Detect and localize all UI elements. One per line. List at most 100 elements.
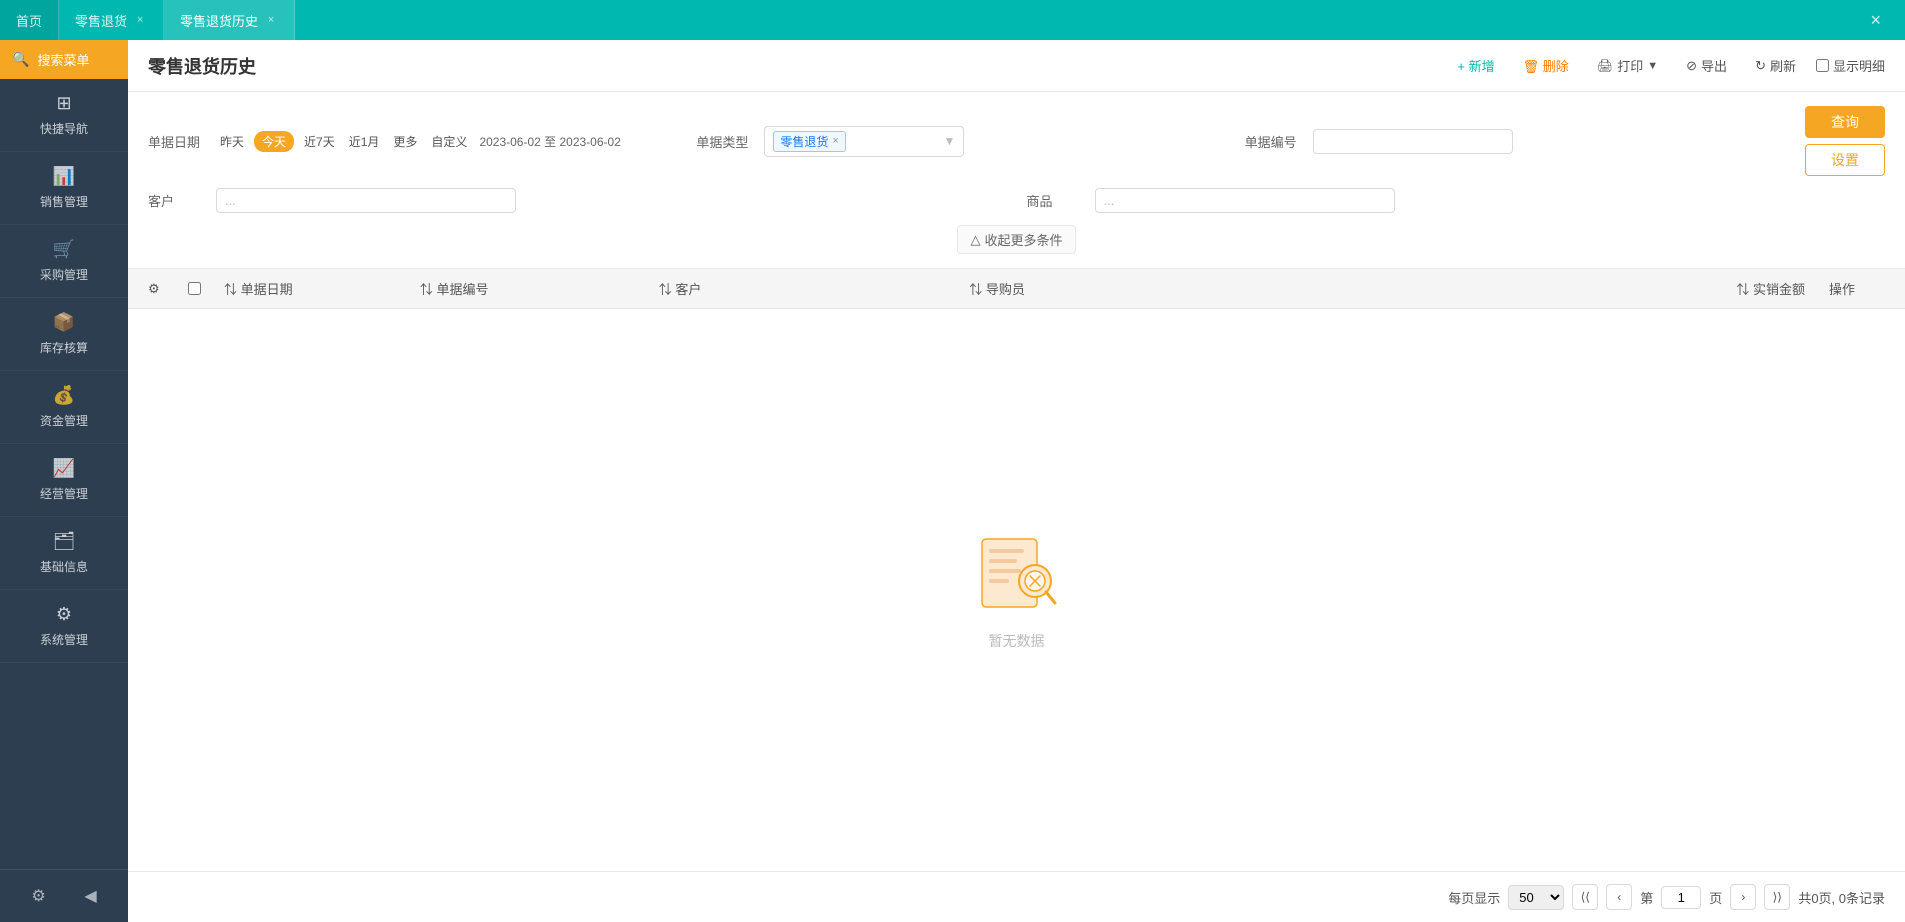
date-more-btn[interactable]: 更多 [389, 131, 421, 152]
refresh-icon: ↻ [1755, 58, 1766, 74]
export-icon: ⊘ [1686, 58, 1697, 74]
sidebar-item-quick-nav[interactable]: ⊞ 快捷导航 [0, 79, 128, 152]
customer-label: 客户 [148, 191, 208, 210]
sidebar-item-inventory[interactable]: 📦 库存核算 [0, 298, 128, 371]
first-page-button[interactable]: ⟨⟨ [1572, 884, 1598, 910]
bill-type-tag-text: 零售退货 [780, 133, 828, 150]
col-header-guide[interactable]: ⇅ 导购员 [957, 271, 1196, 306]
filter-row-2: 客户 ... 商品 ... [148, 188, 1885, 213]
print-button[interactable]: 🖨 打印 ▼ [1589, 52, 1666, 79]
tab-retail-return[interactable]: 零售退货 × [59, 0, 164, 40]
search-icon: 🔍 [12, 51, 29, 68]
empty-illustration [967, 529, 1067, 619]
col-header-checkbox[interactable] [176, 274, 212, 303]
sidebar-item-finance[interactable]: 💰 资金管理 [0, 371, 128, 444]
page-unit: 页 [1709, 888, 1722, 907]
date-custom-btn[interactable]: 自定义 [427, 131, 471, 152]
page-header: 零售退货历史 + 新增 🗑 删除 🖨 打印 ▼ ⊘ 导出 ↻ 刷新 [128, 40, 1905, 92]
per-page-select[interactable]: 50 10 20 100 [1508, 885, 1564, 910]
show-detail-checkbox-label[interactable]: 显示明细 [1816, 56, 1885, 75]
total-text: 共0页, 0条记录 [1798, 888, 1885, 907]
sidebar-item-finance-label: 资金管理 [40, 412, 88, 429]
col-customer-label: ⇅ 客户 [659, 279, 702, 298]
table-header: ⚙ ⇅ 单据日期 ⇅ 单据编号 ⇅ 客户 ⇅ 导购员 [128, 269, 1905, 309]
refresh-label: 刷新 [1770, 56, 1796, 75]
collapse-button[interactable]: △ 收起更多条件 [957, 225, 1075, 254]
sidebar-item-system-mgmt-label: 系统管理 [40, 631, 88, 648]
empty-text: 暂无数据 [989, 631, 1045, 651]
bill-type-label: 单据类型 [696, 132, 756, 151]
sidebar-search[interactable]: 🔍 搜索菜单 [0, 40, 128, 79]
date-today-btn[interactable]: 今天 [254, 131, 294, 152]
tab-retail-return-label: 零售退货 [75, 11, 127, 30]
sidebar: 🔍 搜索菜单 ⊞ 快捷导航 📊 销售管理 🛒 采购管理 📦 库存核算 💰 资金管… [0, 40, 128, 922]
main-layout: 🔍 搜索菜单 ⊞ 快捷导航 📊 销售管理 🛒 采购管理 📦 库存核算 💰 资金管… [0, 40, 1905, 922]
bill-no-label: 单据编号 [1245, 132, 1305, 151]
tab-home[interactable]: 首页 [0, 0, 59, 40]
tab-home-label: 首页 [16, 11, 42, 30]
filter-row-1: 单据日期 昨天 今天 近7天 近1月 更多 自定义 2023-06-02 至 2… [148, 106, 1885, 176]
date-last7-btn[interactable]: 近7天 [300, 131, 339, 152]
sidebar-item-operations[interactable]: 📈 经营管理 [0, 444, 128, 517]
col-header-action: 操作 [1817, 271, 1897, 306]
sidebar-item-inventory-label: 库存核算 [40, 339, 88, 356]
goods-select[interactable]: ... [1095, 188, 1395, 213]
set-button[interactable]: 设置 [1805, 144, 1885, 176]
filter-area: 单据日期 昨天 今天 近7天 近1月 更多 自定义 2023-06-02 至 2… [128, 92, 1905, 269]
print-dropdown-icon: ▼ [1647, 60, 1658, 72]
sidebar-item-operations-label: 经营管理 [40, 485, 88, 502]
filter-date: 单据日期 昨天 今天 近7天 近1月 更多 自定义 2023-06-02 至 2… [148, 131, 676, 152]
page-label: 第 [1640, 888, 1653, 907]
purchase-mgmt-icon: 🛒 [53, 239, 75, 260]
collapse-sidebar-icon[interactable]: ◀ [80, 882, 100, 910]
col-header-bill-no[interactable]: ⇅ 单据编号 [408, 271, 647, 306]
system-mgmt-icon: ⚙ [56, 604, 72, 625]
settings-icon: ⚙ [148, 281, 160, 297]
page-title: 零售退货历史 [148, 53, 256, 79]
bill-type-dropdown-icon: ▼ [943, 134, 955, 148]
date-last1m-btn[interactable]: 近1月 [345, 131, 384, 152]
page-number-input[interactable] [1661, 886, 1701, 909]
refresh-button[interactable]: ↻ 刷新 [1747, 52, 1804, 79]
tab-retail-return-history-label: 零售退货历史 [180, 11, 258, 30]
goods-label: 商品 [1027, 191, 1087, 210]
prev-page-button[interactable]: ‹ [1606, 884, 1632, 910]
col-header-customer[interactable]: ⇅ 客户 [647, 271, 957, 306]
col-header-settings[interactable]: ⚙ [136, 273, 176, 305]
col-header-amount[interactable]: ⇅ 实销金额 [1650, 271, 1817, 306]
select-all-checkbox[interactable] [188, 282, 201, 295]
query-set-group: 查询 设置 [1805, 106, 1885, 176]
tab-retail-return-close[interactable]: × [133, 13, 147, 27]
tab-retail-return-history-close[interactable]: × [264, 13, 278, 27]
new-button[interactable]: + 新增 [1449, 52, 1502, 79]
bill-no-input[interactable] [1313, 129, 1513, 154]
bill-type-tag-remove[interactable]: × [832, 135, 838, 147]
col-date-label: ⇅ 单据日期 [224, 279, 293, 298]
filter-bill-no: 单据编号 [1245, 129, 1773, 154]
bill-type-tag: 零售退货 × [773, 131, 845, 152]
export-button[interactable]: ⊘ 导出 [1678, 52, 1735, 79]
settings-bottom-icon[interactable]: ⚙ [27, 882, 49, 910]
sidebar-item-sales-mgmt[interactable]: 📊 销售管理 [0, 152, 128, 225]
date-yesterday-btn[interactable]: 昨天 [216, 131, 248, 152]
col-header-date[interactable]: ⇅ 单据日期 [212, 271, 408, 306]
date-range-text: 2023-06-02 至 2023-06-02 [479, 133, 620, 150]
sidebar-item-purchase-mgmt[interactable]: 🛒 采购管理 [0, 225, 128, 298]
tab-retail-return-history[interactable]: 零售退货历史 × [164, 0, 295, 40]
col-action-label: 操作 [1829, 279, 1855, 298]
sidebar-item-basic-info[interactable]: 🗂 基础信息 [0, 517, 128, 590]
customer-select[interactable]: ... [216, 188, 516, 213]
next-page-button[interactable]: › [1730, 884, 1756, 910]
sidebar-item-system-mgmt[interactable]: ⚙ 系统管理 [0, 590, 128, 663]
collapse-label: 收起更多条件 [984, 230, 1062, 249]
sidebar-bottom: ⚙ ◀ [0, 869, 128, 922]
date-range-group: 昨天 今天 近7天 近1月 更多 自定义 [216, 131, 471, 152]
show-detail-checkbox[interactable] [1816, 59, 1829, 72]
close-window-button[interactable]: × [1862, 6, 1889, 35]
query-button[interactable]: 查询 [1805, 106, 1885, 138]
bill-type-select[interactable]: 零售退货 × ▼ [764, 126, 964, 157]
filter-bill-type: 单据类型 零售退货 × ▼ [696, 126, 1224, 157]
last-page-button[interactable]: ⟩⟩ [1764, 884, 1790, 910]
export-label: 导出 [1701, 56, 1727, 75]
delete-button[interactable]: 🗑 删除 [1515, 52, 1577, 79]
